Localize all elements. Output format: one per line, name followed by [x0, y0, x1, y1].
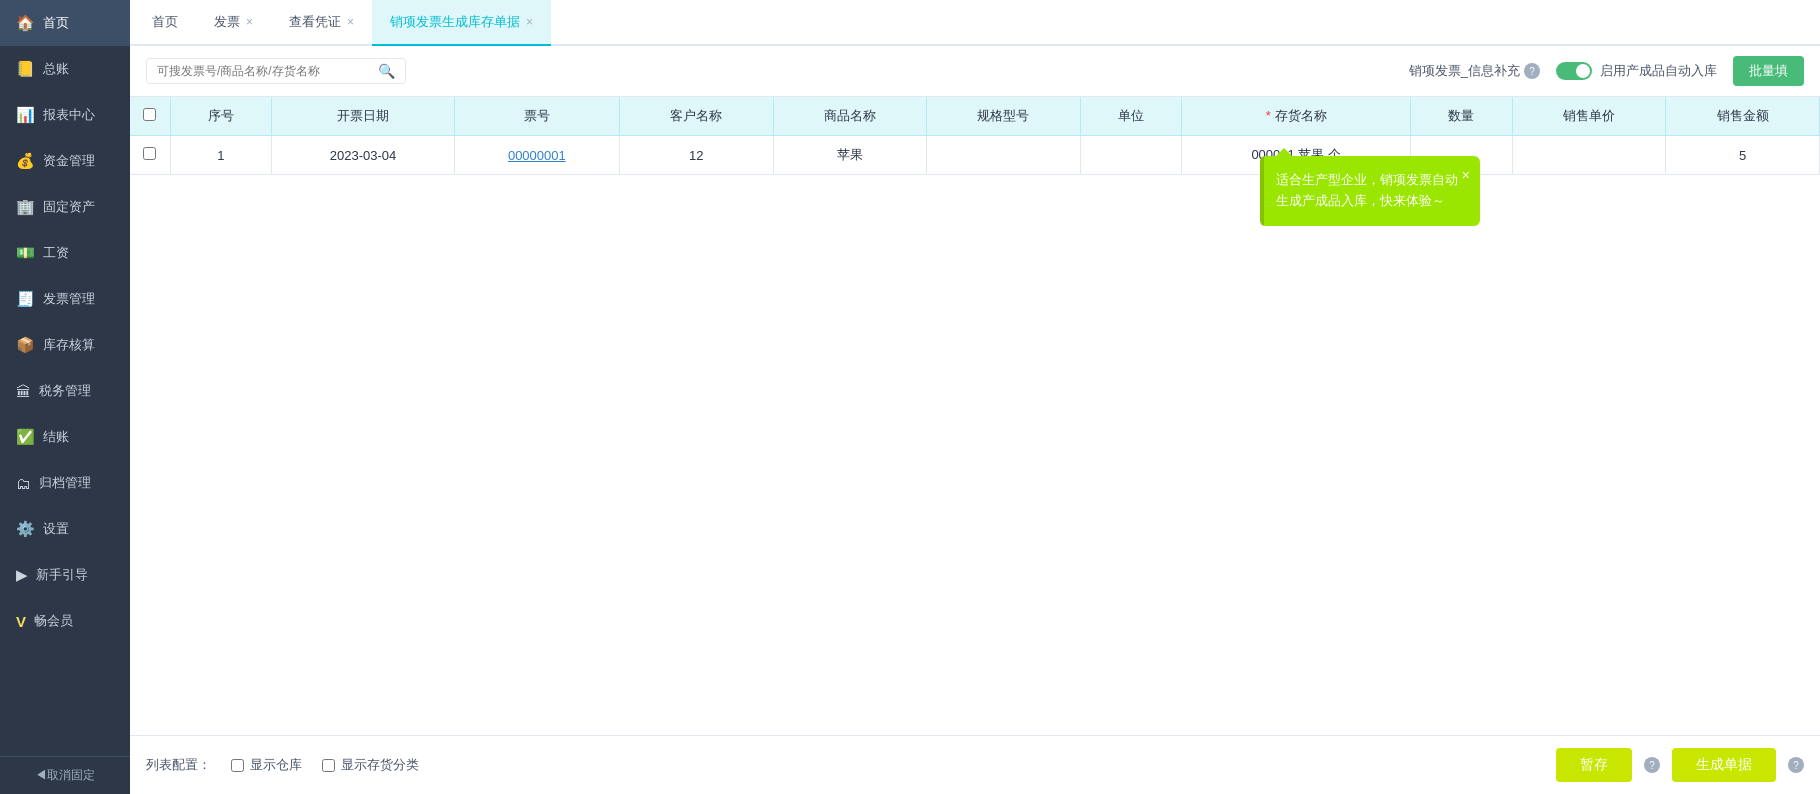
sidebar-item-home[interactable]: 🏠 首页 — [0, 0, 130, 46]
batch-fill-button[interactable]: 批量填 — [1733, 56, 1804, 86]
row-price — [1512, 136, 1666, 175]
sidebar-item-guide[interactable]: ▶ 新手引导 — [0, 552, 130, 598]
header-unit: 单位 — [1080, 97, 1182, 136]
select-all-checkbox[interactable] — [143, 108, 156, 121]
cancel-fixed-button[interactable]: ◀取消固定 — [0, 756, 130, 794]
show-warehouse-checkbox[interactable] — [231, 759, 244, 772]
tab-invoice[interactable]: 发票 × — [196, 0, 271, 46]
toolbar: 🔍 销项发票_信息补充 ? 启用产成品自动入库 批量填 — [130, 46, 1820, 97]
row-date: 2023-03-04 — [272, 136, 455, 175]
footer-config-label: 列表配置： — [146, 756, 211, 774]
header-seq: 序号 — [170, 97, 272, 136]
tab-voucher-close[interactable]: × — [347, 15, 354, 29]
reports-icon: 📊 — [16, 106, 35, 124]
sidebar-item-assets[interactable]: 🏢 固定资产 — [0, 184, 130, 230]
footer: 列表配置： 显示仓库 显示存货分类 暂存 ? 生成单据 ? — [130, 735, 1820, 794]
toggle-wrap: 启用产成品自动入库 — [1556, 62, 1717, 80]
header-customer: 客户名称 — [619, 97, 773, 136]
sidebar-item-ledger[interactable]: 📒 总账 — [0, 46, 130, 92]
row-spec — [927, 136, 1081, 175]
row-checkbox[interactable] — [143, 147, 156, 160]
toolbar-right: 销项发票_信息补充 ? 启用产成品自动入库 批量填 — [1409, 56, 1804, 86]
sidebar-item-archive[interactable]: 🗂 归档管理 — [0, 460, 130, 506]
info-label: 销项发票_信息补充 ? — [1409, 62, 1540, 80]
header-ticket-no: 票号 — [454, 97, 619, 136]
header-spec: 规格型号 — [927, 97, 1081, 136]
tab-xiaohuo-close[interactable]: × — [526, 15, 533, 29]
header-price: 销售单价 — [1512, 97, 1666, 136]
table-header: 序号 开票日期 票号 客户名称 商品名称 规格型号 单位 * 存货名称 数量 销… — [130, 97, 1820, 136]
footer-actions: 暂存 ? 生成单据 ? — [1556, 748, 1804, 782]
settings-icon: ⚙️ — [16, 520, 35, 538]
tooltip-close-button[interactable]: × — [1462, 164, 1470, 186]
row-customer: 12 — [619, 136, 773, 175]
row-product: 苹果 — [773, 136, 927, 175]
tab-invoice-close[interactable]: × — [246, 15, 253, 29]
vip-icon: V — [16, 613, 26, 630]
table-row: 1 2023-03-04 00000001 12 苹果 000001 苹果 个 … — [130, 136, 1820, 175]
generate-help-icon[interactable]: ? — [1788, 757, 1804, 773]
table-wrap: 序号 开票日期 票号 客户名称 商品名称 规格型号 单位 * 存货名称 数量 销… — [130, 97, 1820, 735]
generate-button[interactable]: 生成单据 — [1672, 748, 1776, 782]
header-inventory: * 存货名称 — [1182, 97, 1411, 136]
save-help-icon[interactable]: ? — [1644, 757, 1660, 773]
show-warehouse-wrap: 显示仓库 — [231, 756, 302, 774]
home-icon: 🏠 — [16, 14, 35, 32]
sidebar-item-settings[interactable]: ⚙️ 设置 — [0, 506, 130, 552]
ledger-icon: 📒 — [16, 60, 35, 78]
content-area: 🔍 销项发票_信息补充 ? 启用产成品自动入库 批量填 — [130, 46, 1820, 794]
row-seq: 1 — [170, 136, 272, 175]
auto-inbound-toggle[interactable] — [1556, 62, 1592, 80]
save-button[interactable]: 暂存 — [1556, 748, 1632, 782]
show-category-wrap: 显示存货分类 — [322, 756, 419, 774]
row-ticket-no[interactable]: 00000001 — [454, 136, 619, 175]
sidebar-item-inventory[interactable]: 📦 库存核算 — [0, 322, 130, 368]
sidebar-item-reports[interactable]: 📊 报表中心 — [0, 92, 130, 138]
show-category-label: 显示存货分类 — [341, 756, 419, 774]
header-qty: 数量 — [1411, 97, 1513, 136]
row-unit — [1080, 136, 1182, 175]
data-table: 序号 开票日期 票号 客户名称 商品名称 规格型号 单位 * 存货名称 数量 销… — [130, 97, 1820, 175]
tooltip-bar — [1260, 156, 1264, 226]
sidebar: 🏠 首页 📒 总账 📊 报表中心 💰 资金管理 🏢 固定资产 💵 工资 🧾 发票… — [0, 0, 130, 794]
archive-icon: 🗂 — [16, 475, 31, 492]
header-date: 开票日期 — [272, 97, 455, 136]
invoice-icon: 🧾 — [16, 290, 35, 308]
sidebar-item-funds[interactable]: 💰 资金管理 — [0, 138, 130, 184]
show-warehouse-label: 显示仓库 — [250, 756, 302, 774]
settle-icon: ✅ — [16, 428, 35, 446]
search-input[interactable] — [157, 64, 372, 78]
inventory-icon: 📦 — [16, 336, 35, 354]
sidebar-item-tax[interactable]: 🏛 税务管理 — [0, 368, 130, 414]
header-amount: 销售金额 — [1666, 97, 1820, 136]
tab-home[interactable]: 首页 — [134, 0, 196, 46]
header-product: 商品名称 — [773, 97, 927, 136]
tab-xiaohuo[interactable]: 销项发票生成库存单据 × — [372, 0, 551, 46]
sidebar-item-settle[interactable]: ✅ 结账 — [0, 414, 130, 460]
tooltip-popup: × 适合生产型企业，销项发票自动生成产成品入库，快来体验～ — [1260, 156, 1480, 226]
info-help-icon[interactable]: ? — [1524, 63, 1540, 79]
ticket-link[interactable]: 00000001 — [508, 148, 566, 163]
search-box[interactable]: 🔍 — [146, 58, 406, 84]
guide-icon: ▶ — [16, 566, 28, 584]
sidebar-item-invoice[interactable]: 🧾 发票管理 — [0, 276, 130, 322]
row-amount: 5 — [1666, 136, 1820, 175]
tab-voucher[interactable]: 查看凭证 × — [271, 0, 372, 46]
header-checkbox-cell — [130, 97, 170, 136]
row-checkbox-cell — [130, 136, 170, 175]
funds-icon: 💰 — [16, 152, 35, 170]
main-area: 首页 发票 × 查看凭证 × 销项发票生成库存单据 × 🔍 销项发票_信息补充 — [130, 0, 1820, 794]
search-icon: 🔍 — [378, 63, 395, 79]
sidebar-item-payroll[interactable]: 💵 工资 — [0, 230, 130, 276]
assets-icon: 🏢 — [16, 198, 35, 216]
tab-bar: 首页 发票 × 查看凭证 × 销项发票生成库存单据 × — [130, 0, 1820, 46]
payroll-icon: 💵 — [16, 244, 35, 262]
show-category-checkbox[interactable] — [322, 759, 335, 772]
sidebar-item-vip[interactable]: V 畅会员 — [0, 598, 130, 644]
tax-icon: 🏛 — [16, 383, 31, 400]
